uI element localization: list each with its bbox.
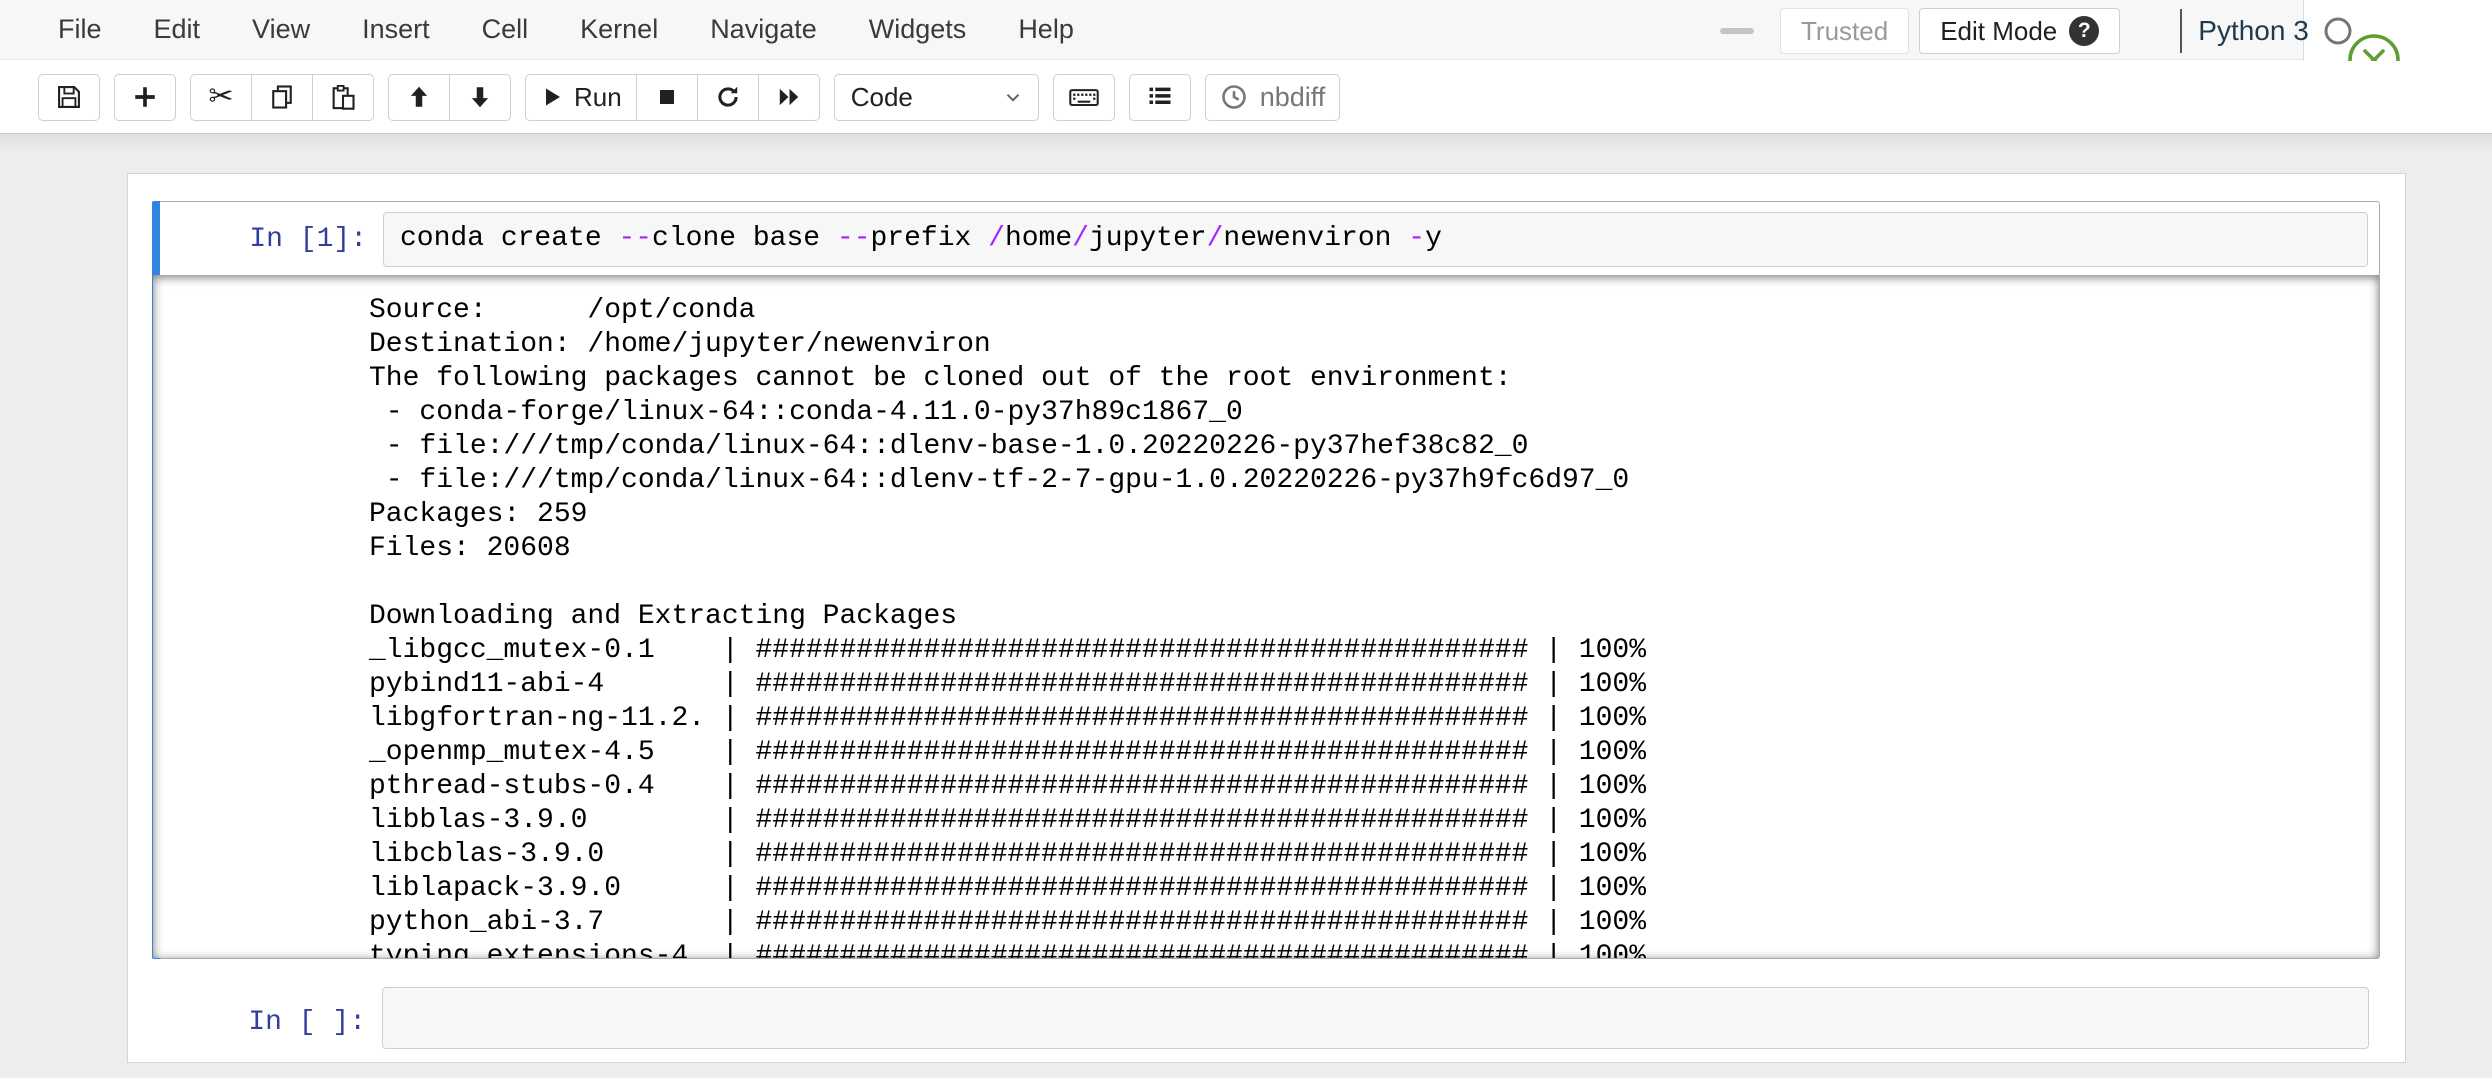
trusted-button[interactable]: Trusted <box>1780 8 1910 54</box>
floppy-disk-icon <box>58 86 80 108</box>
nbdiff-button[interactable]: nbdiff <box>1204 73 1341 121</box>
cell-type-select[interactable]: Code <box>833 73 1039 121</box>
chevron-down-icon <box>1006 93 1019 102</box>
edit-mode-label: Edit Mode <box>1940 15 2058 46</box>
save-button[interactable] <box>38 73 100 121</box>
run-button[interactable]: Run <box>525 73 637 121</box>
arrow-up-icon <box>410 86 428 107</box>
scissors-icon: ✂ <box>208 80 234 113</box>
paste-icon <box>332 84 355 110</box>
output-area[interactable]: Source: /opt/conda Destination: /home/ju… <box>153 275 2379 958</box>
jupyter-notebook-app: { "menubar": { "items": ["File", "Edit",… <box>0 0 2492 1078</box>
run-group: Run <box>525 73 820 121</box>
clock-icon <box>1221 85 1246 109</box>
insert-cell-below-button[interactable] <box>114 73 176 121</box>
code-cell-1[interactable]: In [1]: conda create --clone base --pref… <box>152 201 2380 959</box>
menu-file[interactable]: File <box>58 14 102 45</box>
kernel-separator <box>2180 9 2183 53</box>
toc-list-button[interactable] <box>1128 73 1191 121</box>
cut-button[interactable]: ✂ <box>190 73 252 121</box>
question-mark-icon: ? <box>2069 16 2100 46</box>
trusted-label: Trusted <box>1801 15 1889 46</box>
stop-icon <box>659 90 674 104</box>
clipboard-group: ✂ <box>190 73 374 121</box>
plus-icon <box>135 87 155 107</box>
move-down-button[interactable] <box>449 73 511 121</box>
notebook-panel: In [1]: conda create --clone base --pref… <box>0 133 2492 1078</box>
menu-navigate[interactable]: Navigate <box>710 14 817 45</box>
cell-1-input-row: In [1]: conda create --clone base --pref… <box>153 202 2379 275</box>
fast-forward-icon <box>779 88 798 106</box>
menu-edit[interactable]: Edit <box>154 14 201 45</box>
play-icon <box>546 88 560 106</box>
restart-icon <box>718 86 738 107</box>
dash-icon <box>1720 28 1754 34</box>
interrupt-kernel-button[interactable] <box>635 73 698 121</box>
input-prompt: In [1]: <box>249 224 367 255</box>
paste-button[interactable] <box>312 73 374 121</box>
toolbar: ✂ Run Code nbdiff <box>0 61 2492 133</box>
move-up-button[interactable] <box>388 73 450 121</box>
notebook-container: In [1]: conda create --clone base --pref… <box>127 173 2406 1063</box>
menu-kernel[interactable]: Kernel <box>580 14 658 45</box>
move-group <box>388 73 511 121</box>
command-palette-button[interactable] <box>1052 73 1115 121</box>
output-text: Source: /opt/conda Destination: /home/ju… <box>369 295 1647 958</box>
copy-icon <box>272 85 292 109</box>
menu-cell[interactable]: Cell <box>482 14 529 45</box>
edit-mode-button[interactable]: Edit Mode ? <box>1919 8 2121 54</box>
kernel-name: Python 3 <box>2198 15 2309 46</box>
restart-run-all-button[interactable] <box>757 73 820 121</box>
header-right: Trusted Edit Mode ? Python 3 <box>1720 0 2353 62</box>
run-label: Run <box>574 81 622 112</box>
list-icon <box>1149 87 1171 104</box>
menu-insert[interactable]: Insert <box>362 14 430 45</box>
restart-kernel-button[interactable] <box>696 73 759 121</box>
code-editor[interactable]: conda create --clone base --prefix /home… <box>383 212 2368 267</box>
menu-help[interactable]: Help <box>1018 14 1074 45</box>
menu-widgets[interactable]: Widgets <box>869 14 967 45</box>
menu-view[interactable]: View <box>252 14 310 45</box>
arrow-down-icon <box>471 87 489 108</box>
nbdiff-label: nbdiff <box>1259 81 1326 112</box>
empty-code-editor[interactable] <box>382 987 2369 1049</box>
input-prompt-empty: In [ ]: <box>248 1007 366 1038</box>
keyboard-icon <box>1068 89 1099 107</box>
cell-type-value: Code <box>850 81 913 112</box>
copy-button[interactable] <box>251 73 313 121</box>
code-cell-2[interactable]: In [ ]: <box>152 987 2380 1057</box>
